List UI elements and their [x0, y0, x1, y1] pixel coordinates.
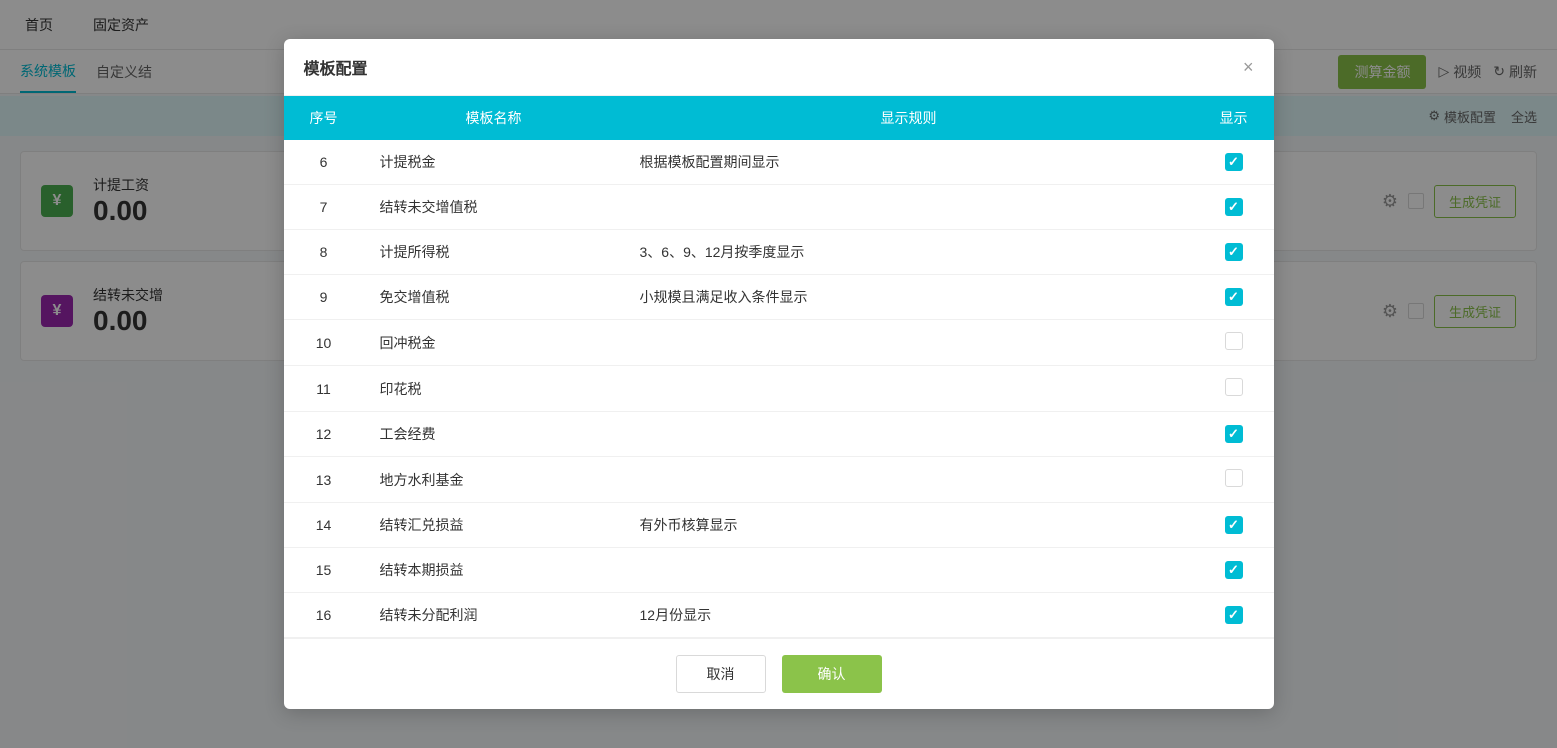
- modal-title: 模板配置: [304, 55, 368, 79]
- cell-name: 地方水利基金: [364, 457, 624, 503]
- checkbox-8[interactable]: [1225, 243, 1243, 261]
- modal-close-button[interactable]: ×: [1243, 58, 1254, 76]
- cell-no: 15: [284, 548, 364, 593]
- cell-check: [1194, 275, 1274, 320]
- cell-rule: 12月份显示: [624, 593, 1194, 638]
- col-header-no: 序号: [284, 96, 364, 140]
- checkbox-11[interactable]: [1225, 378, 1243, 396]
- checkbox-7[interactable]: [1225, 198, 1243, 216]
- cancel-button[interactable]: 取消: [676, 655, 766, 693]
- cell-no: 6: [284, 140, 364, 185]
- checkbox-10[interactable]: [1225, 332, 1243, 350]
- cell-no: 10: [284, 320, 364, 366]
- table-row: 12工会经费: [284, 412, 1274, 457]
- cell-check: [1194, 230, 1274, 275]
- config-table: 序号 模板名称 显示规则 显示 6计提税金根据模板配置期间显示7结转未交增值税8…: [284, 96, 1274, 638]
- checkbox-16[interactable]: [1225, 606, 1243, 624]
- cell-check: [1194, 185, 1274, 230]
- table-row: 10回冲税金: [284, 320, 1274, 366]
- cell-name: 结转未交增值税: [364, 185, 624, 230]
- cell-rule: [624, 320, 1194, 366]
- cell-check: [1194, 366, 1274, 412]
- cell-no: 11: [284, 366, 364, 412]
- cell-no: 14: [284, 503, 364, 548]
- cell-check: [1194, 412, 1274, 457]
- checkbox-15[interactable]: [1225, 561, 1243, 579]
- checkbox-13[interactable]: [1225, 469, 1243, 487]
- confirm-button[interactable]: 确认: [782, 655, 882, 693]
- cell-name: 免交增值税: [364, 275, 624, 320]
- cell-check: [1194, 503, 1274, 548]
- table-row: 9免交增值税小规模且满足收入条件显示: [284, 275, 1274, 320]
- table-row: 15结转本期损益: [284, 548, 1274, 593]
- cell-no: 13: [284, 457, 364, 503]
- cell-rule: [624, 366, 1194, 412]
- modal-footer: 取消 确认: [284, 638, 1274, 709]
- table-row: 7结转未交增值税: [284, 185, 1274, 230]
- table-row: 13地方水利基金: [284, 457, 1274, 503]
- modal-header: 模板配置 ×: [284, 39, 1274, 96]
- cell-rule: [624, 457, 1194, 503]
- cell-name: 结转本期损益: [364, 548, 624, 593]
- table-body: 6计提税金根据模板配置期间显示7结转未交增值税8计提所得税3、6、9、12月按季…: [284, 140, 1274, 638]
- col-header-rule: 显示规则: [624, 96, 1194, 140]
- cell-check: [1194, 548, 1274, 593]
- cell-check: [1194, 140, 1274, 185]
- cell-name: 计提所得税: [364, 230, 624, 275]
- table-row: 11印花税: [284, 366, 1274, 412]
- cell-no: 8: [284, 230, 364, 275]
- table-row: 14结转汇兑损益有外币核算显示: [284, 503, 1274, 548]
- cell-rule: [624, 548, 1194, 593]
- cell-check: [1194, 593, 1274, 638]
- table-row: 6计提税金根据模板配置期间显示: [284, 140, 1274, 185]
- col-header-display: 显示: [1194, 96, 1274, 140]
- checkbox-6[interactable]: [1225, 153, 1243, 171]
- cell-name: 结转未分配利润: [364, 593, 624, 638]
- cell-no: 16: [284, 593, 364, 638]
- cell-name: 结转汇兑损益: [364, 503, 624, 548]
- cell-rule: 有外币核算显示: [624, 503, 1194, 548]
- checkbox-9[interactable]: [1225, 288, 1243, 306]
- cell-rule: [624, 412, 1194, 457]
- table-row: 16结转未分配利润12月份显示: [284, 593, 1274, 638]
- cell-rule: 3、6、9、12月按季度显示: [624, 230, 1194, 275]
- cell-no: 7: [284, 185, 364, 230]
- cell-name: 计提税金: [364, 140, 624, 185]
- cell-rule: 根据模板配置期间显示: [624, 140, 1194, 185]
- checkbox-14[interactable]: [1225, 516, 1243, 534]
- cell-rule: [624, 185, 1194, 230]
- cell-check: [1194, 457, 1274, 503]
- cell-rule: 小规模且满足收入条件显示: [624, 275, 1194, 320]
- cell-no: 12: [284, 412, 364, 457]
- cell-no: 9: [284, 275, 364, 320]
- cell-name: 回冲税金: [364, 320, 624, 366]
- col-header-name: 模板名称: [364, 96, 624, 140]
- cell-check: [1194, 320, 1274, 366]
- table-row: 8计提所得税3、6、9、12月按季度显示: [284, 230, 1274, 275]
- checkbox-12[interactable]: [1225, 425, 1243, 443]
- modal-overlay[interactable]: 模板配置 × 序号 模板名称 显示规则 显示 6计提税金根据模板配置期间显示7结…: [0, 0, 1557, 748]
- cell-name: 工会经费: [364, 412, 624, 457]
- modal-template-config: 模板配置 × 序号 模板名称 显示规则 显示 6计提税金根据模板配置期间显示7结…: [284, 39, 1274, 709]
- table-header-row: 序号 模板名称 显示规则 显示: [284, 96, 1274, 140]
- cell-name: 印花税: [364, 366, 624, 412]
- modal-body[interactable]: 序号 模板名称 显示规则 显示 6计提税金根据模板配置期间显示7结转未交增值税8…: [284, 96, 1274, 638]
